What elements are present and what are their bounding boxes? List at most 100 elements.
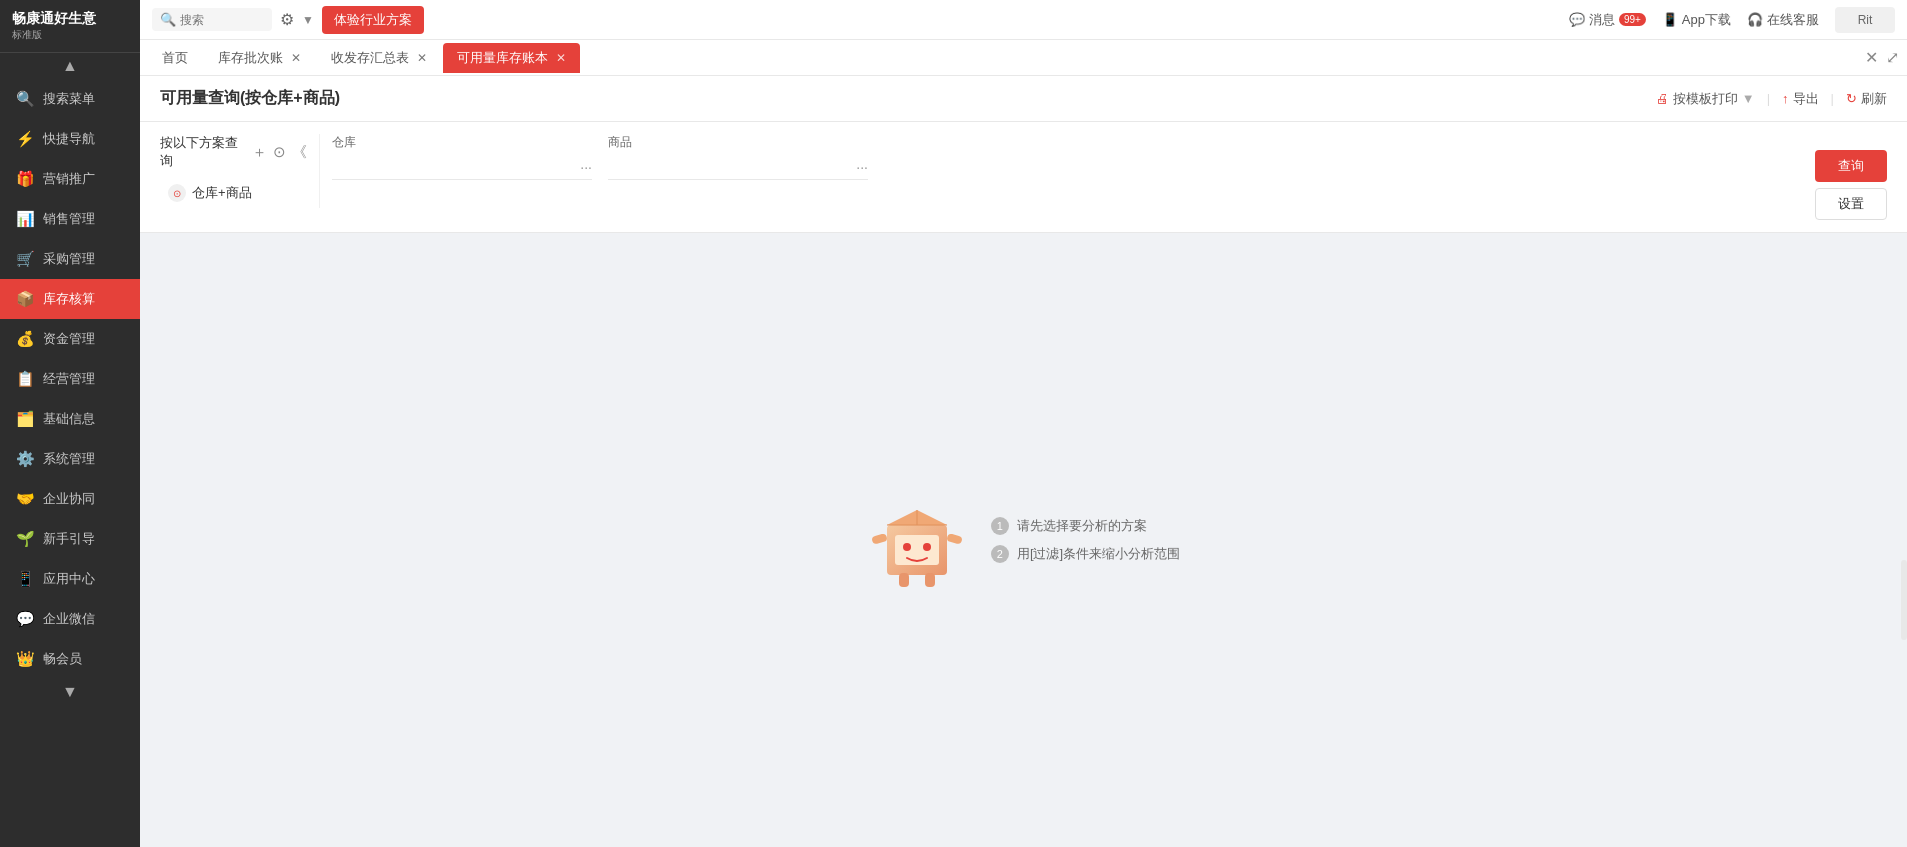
product-input[interactable] xyxy=(608,160,852,175)
top-bar: 🔍 ⚙ ▼ 体验行业方案 💬 消息 99+ 📱 App下载 🎧 在线客服 Rit xyxy=(140,0,1907,40)
sidebar-item-new-guide[interactable]: 🌱 新手引导 xyxy=(0,519,140,559)
query-area: 按以下方案查询 ＋ ⊙ 《 ⊙ 仓库+商品 仓库 ··· xyxy=(140,122,1907,233)
refresh-action[interactable]: ↻ 刷新 xyxy=(1846,90,1887,108)
svg-point-5 xyxy=(923,543,931,551)
sidebar-item-enterprise-coop[interactable]: 🤝 企业协同 xyxy=(0,479,140,519)
settings-scheme-btn[interactable]: ⊙ xyxy=(273,143,286,161)
folder-icon: 🗂️ xyxy=(16,410,35,428)
warehouse-more-btn[interactable]: ··· xyxy=(580,159,592,175)
top-bar-actions: 💬 消息 99+ 📱 App下载 🎧 在线客服 Rit xyxy=(1569,7,1895,33)
tab-fullscreen-btn[interactable]: ⤢ xyxy=(1886,48,1899,67)
query-scheme-panel: 按以下方案查询 ＋ ⊙ 《 ⊙ 仓库+商品 xyxy=(160,134,320,208)
gift-icon: 🎁 xyxy=(16,170,35,188)
tab-home[interactable]: 首页 xyxy=(148,43,202,73)
settings-icon-top[interactable]: ⚙ xyxy=(280,10,294,29)
warehouse-input-wrapper: ··· xyxy=(332,155,592,180)
product-input-wrapper: ··· xyxy=(608,155,868,180)
tip-num-1: 1 xyxy=(991,517,1009,535)
phone-icon: 📱 xyxy=(1662,12,1678,27)
svg-rect-7 xyxy=(946,533,963,545)
logo-title: 畅康通好生意 xyxy=(12,10,128,28)
tab-close-batch-ledger[interactable]: ✕ xyxy=(291,51,301,65)
query-button[interactable]: 查询 xyxy=(1815,150,1887,182)
chart-icon: 📊 xyxy=(16,210,35,228)
online-service-action[interactable]: 🎧 在线客服 xyxy=(1747,11,1819,29)
page-header-actions: 🖨 按模板打印 ▼ | ↑ 导出 | ↻ 刷新 xyxy=(1656,90,1887,108)
tab-available-ledger[interactable]: 可用量库存账本 ✕ xyxy=(443,43,580,73)
filter-field-warehouse: 仓库 ··· xyxy=(332,134,592,180)
empty-state-tips: 1 请先选择要分析的方案 2 用[过滤]条件来缩小分析范围 xyxy=(991,517,1180,563)
query-scheme-header: 按以下方案查询 ＋ ⊙ 《 xyxy=(160,134,307,170)
sidebar-item-finance[interactable]: 💰 资金管理 xyxy=(0,319,140,359)
print-action[interactable]: 🖨 按模板打印 ▼ xyxy=(1656,90,1755,108)
gear-icon: ⚙️ xyxy=(16,450,35,468)
refresh-icon: ↻ xyxy=(1846,91,1857,106)
logo-sub: 标准版 xyxy=(12,28,128,42)
message-action[interactable]: 💬 消息 99+ xyxy=(1569,11,1646,29)
page-content: 可用量查询(按仓库+商品) 🖨 按模板打印 ▼ | ↑ 导出 | ↻ 刷新 xyxy=(140,76,1907,847)
mobile-icon: 📱 xyxy=(16,570,35,588)
scheme-item-warehouse-product[interactable]: ⊙ 仓库+商品 xyxy=(160,178,307,208)
print-dropdown-icon[interactable]: ▼ xyxy=(1742,91,1755,106)
svg-rect-8 xyxy=(899,573,909,587)
sidebar-scroll-up[interactable]: ▲ xyxy=(0,53,140,79)
sidebar-item-member[interactable]: 👑 畅会员 xyxy=(0,639,140,679)
tab-receipt-summary[interactable]: 收发存汇总表 ✕ xyxy=(317,43,441,73)
page-title: 可用量查询(按仓库+商品) xyxy=(160,88,340,109)
query-actions: 查询 设置 xyxy=(1815,134,1887,220)
app-download-action[interactable]: 📱 App下载 xyxy=(1662,11,1731,29)
export-action[interactable]: ↑ 导出 xyxy=(1782,90,1819,108)
sidebar-item-enterprise-wechat[interactable]: 💬 企业微信 xyxy=(0,599,140,639)
product-more-btn[interactable]: ··· xyxy=(856,159,868,175)
sidebar-item-inventory[interactable]: 📦 库存核算 xyxy=(0,279,140,319)
filter-fields: 仓库 ··· 商品 ··· xyxy=(332,134,1803,180)
sidebar-scroll-down[interactable]: ▼ xyxy=(0,679,140,705)
main-area: 🔍 ⚙ ▼ 体验行业方案 💬 消息 99+ 📱 App下载 🎧 在线客服 Rit xyxy=(140,0,1907,847)
tab-close-window-btn[interactable]: ✕ xyxy=(1865,48,1878,67)
tip-1: 1 请先选择要分析的方案 xyxy=(991,517,1180,535)
tab-close-available-ledger[interactable]: ✕ xyxy=(556,51,566,65)
sidebar-item-shortcut[interactable]: ⚡ 快捷导航 xyxy=(0,119,140,159)
wechat-icon: 💬 xyxy=(16,610,35,628)
svg-rect-9 xyxy=(925,573,935,587)
sidebar-item-search[interactable]: 🔍 搜索菜单 xyxy=(0,79,140,119)
scheme-dot: ⊙ xyxy=(168,184,186,202)
tab-close-receipt-summary[interactable]: ✕ xyxy=(417,51,427,65)
tab-batch-ledger[interactable]: 库存批次账 ✕ xyxy=(204,43,315,73)
tip-num-2: 2 xyxy=(991,545,1009,563)
user-avatar[interactable]: Rit xyxy=(1835,7,1895,33)
cart-icon: 🛒 xyxy=(16,250,35,268)
settings-button[interactable]: 设置 xyxy=(1815,188,1887,220)
sidebar-item-purchase[interactable]: 🛒 采购管理 xyxy=(0,239,140,279)
tip-2: 2 用[过滤]条件来缩小分析范围 xyxy=(991,545,1180,563)
tab-bar-actions: ✕ ⤢ xyxy=(1865,48,1899,67)
lightning-icon: ⚡ xyxy=(16,130,35,148)
add-scheme-btn[interactable]: ＋ xyxy=(252,143,267,162)
sidebar: 畅康通好生意 标准版 ▲ 🔍 搜索菜单 ⚡ 快捷导航 🎁 营销推广 📊 销售管理… xyxy=(0,0,140,847)
money-icon: 💰 xyxy=(16,330,35,348)
page-header: 可用量查询(按仓库+商品) 🖨 按模板打印 ▼ | ↑ 导出 | ↻ 刷新 xyxy=(140,76,1907,122)
right-scroll-indicator xyxy=(1901,560,1907,640)
sidebar-item-operations[interactable]: 📋 经营管理 xyxy=(0,359,140,399)
industry-solution-btn[interactable]: 体验行业方案 xyxy=(322,6,424,34)
handshake-icon: 🤝 xyxy=(16,490,35,508)
empty-state-illustration xyxy=(867,490,967,590)
dropdown-arrow[interactable]: ▼ xyxy=(302,13,314,27)
sidebar-item-app-center[interactable]: 📱 应用中心 xyxy=(0,559,140,599)
svg-point-4 xyxy=(903,543,911,551)
crown-icon: 👑 xyxy=(16,650,35,668)
warehouse-input[interactable] xyxy=(332,160,576,175)
sidebar-item-marketing[interactable]: 🎁 营销推广 xyxy=(0,159,140,199)
search-icon: 🔍 xyxy=(16,90,35,108)
sidebar-item-system[interactable]: ⚙️ 系统管理 xyxy=(0,439,140,479)
sidebar-item-basic-info[interactable]: 🗂️ 基础信息 xyxy=(0,399,140,439)
print-icon: 🖨 xyxy=(1656,91,1669,106)
filter-field-product: 商品 ··· xyxy=(608,134,868,180)
search-input[interactable] xyxy=(180,13,260,27)
clipboard-icon: 📋 xyxy=(16,370,35,388)
collapse-scheme-btn[interactable]: 《 xyxy=(292,143,307,162)
top-bar-search-box: 🔍 xyxy=(152,8,272,31)
sidebar-item-sales[interactable]: 📊 销售管理 xyxy=(0,199,140,239)
box-icon: 📦 xyxy=(16,290,35,308)
seedling-icon: 🌱 xyxy=(16,530,35,548)
